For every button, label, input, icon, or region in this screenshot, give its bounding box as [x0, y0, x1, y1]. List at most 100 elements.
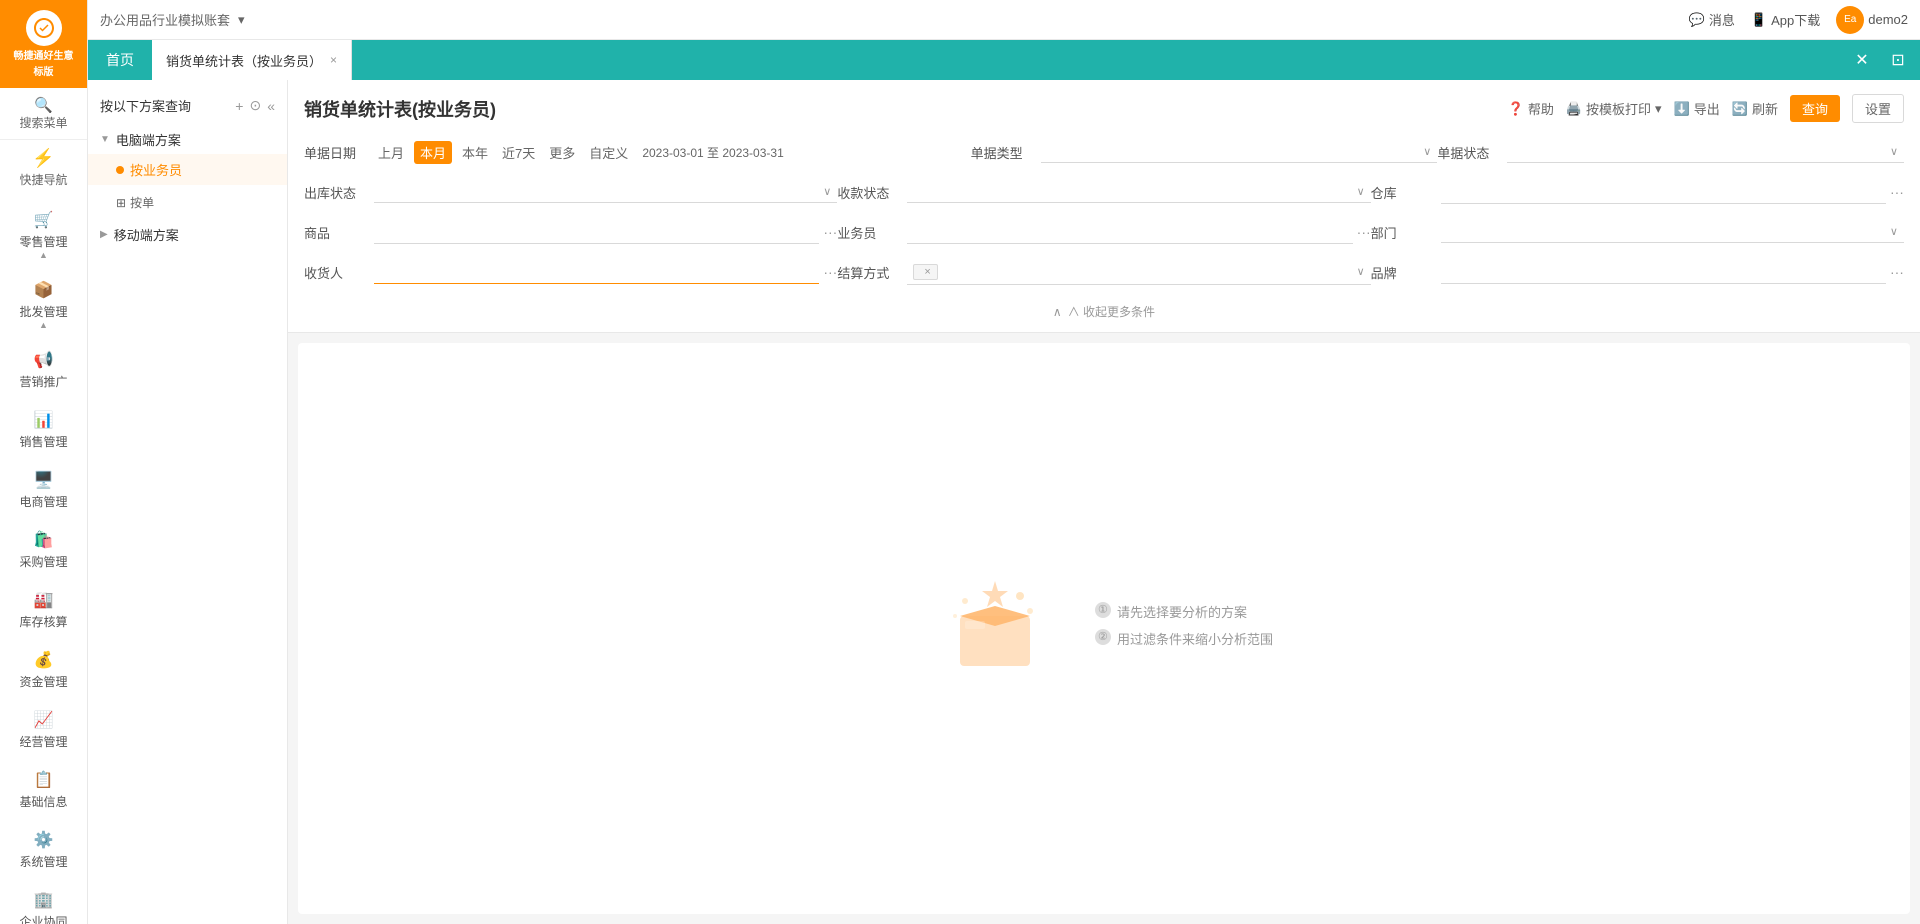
tab-active-label: 销货单统计表（按业务员）	[166, 51, 322, 70]
docstatus-arrow: ∨	[1890, 145, 1898, 158]
sidebar-item-retail[interactable]: 🛒 零售管理 ▲	[0, 200, 87, 270]
sidebar-item-sales[interactable]: 📊 销售管理	[0, 400, 87, 460]
filter-brand-field: 品牌 ···	[1371, 257, 1904, 287]
mobile-section-arrow: ▶	[100, 229, 108, 240]
lp-item-salesperson-label: 按业务员	[130, 160, 182, 179]
left-panel: 按以下方案查询 + ⊙ « ▼ 电脑端方案 按业务员 ⊞	[88, 80, 288, 924]
date-tab-last7[interactable]: 近7天	[498, 141, 539, 164]
tab-close-btn[interactable]: ×	[330, 53, 337, 67]
print-btn[interactable]: 🖨️ 按模板打印 ▾	[1566, 99, 1662, 118]
help-btn[interactable]: ❓ 帮助	[1508, 99, 1554, 118]
payment-select[interactable]: ∨	[907, 181, 1370, 203]
warehouse-dots[interactable]: ···	[1890, 184, 1904, 200]
empty-illustration	[935, 561, 1055, 681]
lp-section-pc-title[interactable]: ▼ 电脑端方案	[88, 125, 287, 154]
warehouse-input[interactable]	[1441, 180, 1886, 204]
salesperson-label: 业务员	[837, 223, 907, 242]
sidebar: 畅捷通好生意 标版 🔍 搜索菜单 ⚡ 快捷导航 🛒 零售管理 ▲ 📦 批发管理 …	[0, 0, 88, 924]
app-download-btn[interactable]: 📱 App下载	[1751, 10, 1820, 29]
payment-label: 收款状态	[837, 183, 907, 202]
filter-title-row: 销货单统计表(按业务员) ❓ 帮助 🖨️ 按模板打印 ▾ ⬇️	[304, 94, 1904, 123]
salesperson-dots[interactable]: ···	[1357, 224, 1371, 240]
payment-arrow: ∨	[1357, 185, 1365, 198]
close-window-btn[interactable]: ✕	[1848, 46, 1876, 74]
settlement-tag: ×	[913, 264, 937, 280]
salesperson-input[interactable]	[907, 220, 1352, 244]
settings-button[interactable]: 设置	[1852, 94, 1904, 123]
pc-section-arrow: ▼	[100, 134, 110, 145]
docstatus-select[interactable]: ∨	[1507, 141, 1904, 163]
export-btn[interactable]: ⬇️ 导出	[1674, 99, 1720, 118]
sidebar-item-basic[interactable]: 📋 基础信息	[0, 760, 87, 820]
sidebar-search[interactable]: 🔍 搜索菜单	[0, 88, 87, 140]
filter-settlement-field: 结算方式 × ∨	[837, 257, 1370, 287]
user-avatar-btn[interactable]: Ea demo2	[1836, 6, 1908, 34]
order-icon: ⊞	[116, 196, 126, 210]
date-tab-last-month[interactable]: 上月	[374, 141, 408, 164]
outstatus-select[interactable]: ∨	[374, 181, 837, 203]
sidebar-item-marketing[interactable]: 📢 营销推广	[0, 340, 87, 400]
doctype-select[interactable]: ∨	[1041, 141, 1438, 163]
brand-dots[interactable]: ···	[1890, 264, 1904, 280]
date-tab-custom[interactable]: 自定义	[585, 141, 632, 164]
query-button[interactable]: 查询	[1790, 95, 1840, 122]
goods-label: 商品	[304, 223, 374, 242]
outstatus-arrow: ∨	[823, 185, 831, 198]
filter-area: 销货单统计表(按业务员) ❓ 帮助 🖨️ 按模板打印 ▾ ⬇️	[288, 80, 1920, 333]
settlement-label: 结算方式	[837, 263, 907, 282]
tab-home[interactable]: 首页	[88, 40, 152, 80]
sidebar-logo: 畅捷通好生意 标版	[0, 0, 88, 88]
department-label: 部门	[1371, 223, 1441, 242]
filter-row-4: 收货人 ··· 结算方式 × ∨	[304, 257, 1904, 287]
restore-window-btn[interactable]: ⊡	[1884, 46, 1912, 74]
topbar-left: 办公用品行业模拟账套 ▾	[100, 10, 245, 29]
brand-input[interactable]	[1441, 260, 1886, 284]
sidebar-item-system[interactable]: ⚙️ 系统管理	[0, 820, 87, 880]
sidebar-item-operations[interactable]: 📈 经营管理	[0, 700, 87, 760]
lp-settings-btn[interactable]: ⊙	[249, 97, 261, 114]
lp-section-mobile-title[interactable]: ▶ 移动端方案	[88, 220, 287, 249]
topbar-right: 💬 消息 📱 App下载 Ea demo2	[1689, 6, 1908, 34]
topbar-dropdown-icon[interactable]: ▾	[238, 12, 245, 28]
filter-warehouse-field: 仓库 ···	[1371, 177, 1904, 207]
date-range-display: 2023-03-01 至 2023-03-31	[642, 144, 783, 161]
consignee-dots[interactable]: ···	[823, 264, 837, 280]
consignee-label: 收货人	[304, 263, 374, 282]
date-tab-this-year[interactable]: 本年	[458, 141, 492, 164]
filter-date-field: 单据日期 上月 本月 本年 近7天 更多 自定义 2023-03-01 至 20…	[304, 137, 971, 167]
sidebar-item-purchase[interactable]: 🛍️ 采购管理	[0, 520, 87, 580]
sidebar-item-ecommerce[interactable]: 🖥️ 电商管理	[0, 460, 87, 520]
sidebar-item-inventory[interactable]: 🏭 库存核算	[0, 580, 87, 640]
department-select[interactable]: ∨	[1441, 221, 1904, 243]
date-tabs: 上月 本月 本年 近7天 更多 自定义 2023-03-01 至 2023-03…	[374, 141, 784, 164]
consignee-input[interactable]	[374, 260, 819, 284]
collapse-icon: ∧	[1053, 305, 1062, 319]
lp-order-section-title[interactable]: ⊞ 按单	[88, 189, 287, 216]
filter-docstatus-field: 单据状态 ∨	[1437, 137, 1904, 167]
message-btn[interactable]: 💬 消息	[1689, 10, 1735, 29]
goods-input[interactable]	[374, 220, 819, 244]
lp-collapse-btn[interactable]: «	[267, 98, 275, 114]
sidebar-item-finance[interactable]: 💰 资金管理	[0, 640, 87, 700]
date-tab-more[interactable]: 更多	[545, 141, 579, 164]
refresh-btn[interactable]: 🔄 刷新	[1732, 99, 1778, 118]
date-tab-this-month[interactable]: 本月	[414, 141, 452, 164]
active-dot	[116, 166, 124, 174]
lp-add-btn[interactable]: +	[235, 98, 243, 114]
lp-sub-section-order: ⊞ 按单	[88, 185, 287, 220]
collapse-btn[interactable]: ∧ ∧ 收起更多条件	[1053, 303, 1155, 320]
tab-active[interactable]: 销货单统计表（按业务员） ×	[152, 40, 352, 80]
print-dropdown-arrow[interactable]: ▾	[1655, 101, 1662, 117]
mobile-section-label: 移动端方案	[114, 225, 179, 244]
sidebar-nav-shortcut[interactable]: ⚡ 快捷导航	[0, 140, 87, 196]
settlement-tag-close[interactable]: ×	[924, 266, 930, 278]
goods-dots[interactable]: ···	[823, 224, 837, 240]
settlement-select[interactable]: × ∨	[907, 260, 1370, 285]
empty-hints: ① 请先选择要分析的方案 ② 用过滤条件来缩小分析范围	[1095, 602, 1273, 656]
sidebar-item-enterprise[interactable]: 🏢 企业协同	[0, 880, 87, 924]
sidebar-item-wholesale[interactable]: 📦 批发管理 ▲	[0, 270, 87, 340]
hint-num-1: ①	[1095, 602, 1111, 618]
lp-item-by-salesperson[interactable]: 按业务员	[88, 154, 287, 185]
lp-header-label: 按以下方案查询	[100, 96, 191, 115]
filter-row-3: 商品 ··· 业务员 ··· 部门 ∨	[304, 217, 1904, 247]
